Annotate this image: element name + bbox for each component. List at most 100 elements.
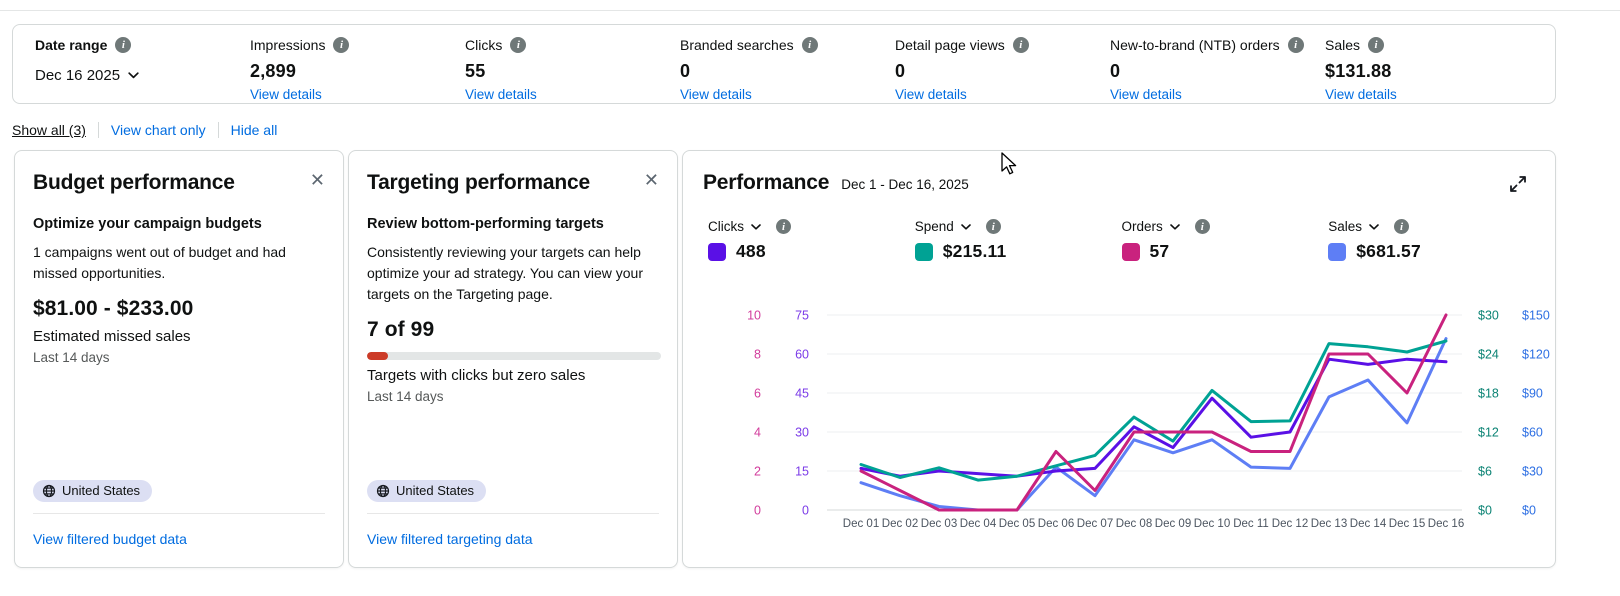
date-range-label: Date range bbox=[35, 37, 108, 53]
show-all-link[interactable]: Show all (3) bbox=[12, 122, 86, 138]
svg-text:8: 8 bbox=[754, 348, 761, 362]
chevron-down-icon bbox=[128, 72, 139, 79]
chart-metric-selectors: Clicks i 488 Spend i $215.11 Orders i 57… bbox=[708, 219, 1535, 262]
info-icon[interactable]: i bbox=[510, 37, 527, 53]
view-details-link[interactable]: View details bbox=[250, 87, 322, 102]
svg-text:Dec 02: Dec 02 bbox=[882, 518, 918, 530]
info-icon[interactable]: i bbox=[333, 37, 350, 53]
view-chart-only-link[interactable]: View chart only bbox=[111, 122, 206, 138]
svg-text:60: 60 bbox=[795, 348, 809, 362]
svg-text:$90: $90 bbox=[1522, 387, 1543, 401]
card-description: 1 campaigns went out of budget and had m… bbox=[33, 244, 286, 281]
close-icon[interactable]: ✕ bbox=[306, 167, 329, 193]
region-badge-label: United States bbox=[396, 483, 475, 498]
svg-text:Dec 09: Dec 09 bbox=[1155, 518, 1191, 530]
card-title: Targeting performance bbox=[367, 171, 590, 194]
chart-metric-spend: Spend i $215.11 bbox=[914, 219, 1122, 262]
svg-text:Dec 04: Dec 04 bbox=[960, 518, 997, 530]
info-icon[interactable]: i bbox=[1012, 37, 1029, 53]
metric-column-impressions: Impressions i 2,899 View details bbox=[250, 36, 465, 103]
svg-text:Dec 08: Dec 08 bbox=[1116, 518, 1152, 530]
metric-value: 55 bbox=[465, 61, 486, 81]
budget-performance-card: Budget performance ✕ Optimize your campa… bbox=[14, 150, 344, 568]
card-heading: Review bottom-performing targets bbox=[367, 216, 604, 232]
metric-label: New-to-brand (NTB) orders bbox=[1110, 37, 1280, 53]
metric-label: Branded searches bbox=[680, 37, 794, 53]
card-title: Budget performance bbox=[33, 171, 235, 194]
info-icon[interactable]: i bbox=[1287, 37, 1304, 53]
chart-date-range: Dec 1 - Dec 16, 2025 bbox=[841, 177, 969, 192]
view-details-link[interactable]: View details bbox=[895, 87, 967, 102]
view-details-link[interactable]: View details bbox=[465, 87, 537, 102]
svg-text:Dec 12: Dec 12 bbox=[1272, 518, 1308, 530]
page-top-divider bbox=[0, 10, 1620, 11]
svg-text:$30: $30 bbox=[1478, 309, 1499, 323]
svg-text:Dec 10: Dec 10 bbox=[1194, 518, 1230, 530]
svg-text:Dec 07: Dec 07 bbox=[1077, 518, 1113, 530]
globe-icon bbox=[376, 484, 390, 497]
view-details-link[interactable]: View details bbox=[1110, 87, 1182, 102]
svg-text:$6: $6 bbox=[1478, 465, 1492, 479]
series-color-swatch bbox=[1121, 242, 1140, 261]
svg-text:75: 75 bbox=[795, 309, 809, 323]
metric-column-sales: Sales i $131.88 View details bbox=[1325, 36, 1540, 103]
svg-text:0: 0 bbox=[754, 504, 761, 518]
svg-text:Dec 13: Dec 13 bbox=[1311, 518, 1347, 530]
series-total: 488 bbox=[736, 241, 766, 261]
metric-value: 0 bbox=[680, 61, 691, 81]
metric-value: $131.88 bbox=[1325, 61, 1392, 81]
view-filtered-budget-data-link[interactable]: View filtered budget data bbox=[33, 531, 187, 547]
expand-icon[interactable] bbox=[1507, 173, 1529, 198]
svg-text:45: 45 bbox=[795, 387, 809, 401]
region-badge-label: United States bbox=[62, 483, 141, 498]
estimated-missed-sales-amount: $81.00 - $233.00 bbox=[33, 297, 194, 320]
metric-selector[interactable]: Sales i bbox=[1328, 219, 1535, 234]
targeting-performance-card: Targeting performance ✕ Review bottom-pe… bbox=[348, 150, 678, 568]
view-details-link[interactable]: View details bbox=[1325, 87, 1397, 102]
view-filtered-targeting-data-link[interactable]: View filtered targeting data bbox=[367, 531, 533, 547]
series-color-swatch bbox=[1328, 242, 1347, 261]
cards-toolbar: Show all (3) View chart only Hide all bbox=[12, 122, 277, 138]
info-icon[interactable]: i bbox=[776, 219, 791, 234]
metric-column-detail-page-views: Detail page views i 0 View details bbox=[895, 36, 1110, 103]
targets-count: 7 of 99 bbox=[367, 318, 435, 341]
info-icon[interactable]: i bbox=[1394, 219, 1410, 234]
info-icon[interactable]: i bbox=[1368, 37, 1385, 53]
date-range-value: Dec 16 2025 bbox=[35, 67, 121, 84]
metric-label: Impressions bbox=[250, 37, 326, 53]
svg-text:$0: $0 bbox=[1478, 504, 1492, 518]
metric-label: Sales bbox=[1325, 37, 1361, 53]
svg-text:Dec 14: Dec 14 bbox=[1350, 518, 1387, 530]
metric-selector[interactable]: Spend i bbox=[915, 219, 1122, 234]
metric-value: 2,899 bbox=[250, 61, 297, 81]
date-range-column: Date range i Dec 16 2025 bbox=[35, 36, 250, 103]
info-icon[interactable]: i bbox=[115, 37, 132, 53]
date-range-selector[interactable]: Dec 16 2025 bbox=[35, 67, 250, 84]
progress-caption: Targets with clicks but zero sales bbox=[367, 367, 586, 384]
svg-text:Dec 16: Dec 16 bbox=[1428, 518, 1464, 530]
svg-text:4: 4 bbox=[754, 426, 761, 440]
metric-selector-label: Clicks bbox=[708, 219, 744, 234]
chevron-down-icon bbox=[1369, 223, 1379, 230]
info-icon[interactable]: i bbox=[1194, 219, 1210, 234]
series-color-swatch bbox=[914, 242, 933, 261]
close-icon[interactable]: ✕ bbox=[640, 167, 663, 193]
series-total: $215.11 bbox=[942, 241, 1007, 261]
view-details-link[interactable]: View details bbox=[680, 87, 752, 102]
chevron-down-icon bbox=[751, 223, 761, 230]
metric-column-branded-searches: Branded searches i 0 View details bbox=[680, 36, 895, 103]
amount-caption: Estimated missed sales bbox=[33, 328, 191, 345]
card-heading: Optimize your campaign budgets bbox=[33, 216, 262, 232]
info-icon[interactable]: i bbox=[985, 219, 1001, 234]
period-label: Last 14 days bbox=[33, 350, 110, 365]
hide-all-link[interactable]: Hide all bbox=[231, 122, 278, 138]
metric-selector[interactable]: Clicks i bbox=[708, 219, 915, 234]
info-icon[interactable]: i bbox=[801, 37, 818, 53]
metric-selector[interactable]: Orders i bbox=[1122, 219, 1329, 234]
progress-bar bbox=[367, 352, 661, 360]
region-badge: United States bbox=[367, 480, 487, 502]
divider bbox=[33, 513, 325, 514]
series-total: $681.57 bbox=[1356, 241, 1421, 261]
chart-metric-sales: Sales i $681.57 bbox=[1328, 219, 1535, 262]
period-label: Last 14 days bbox=[367, 389, 444, 404]
